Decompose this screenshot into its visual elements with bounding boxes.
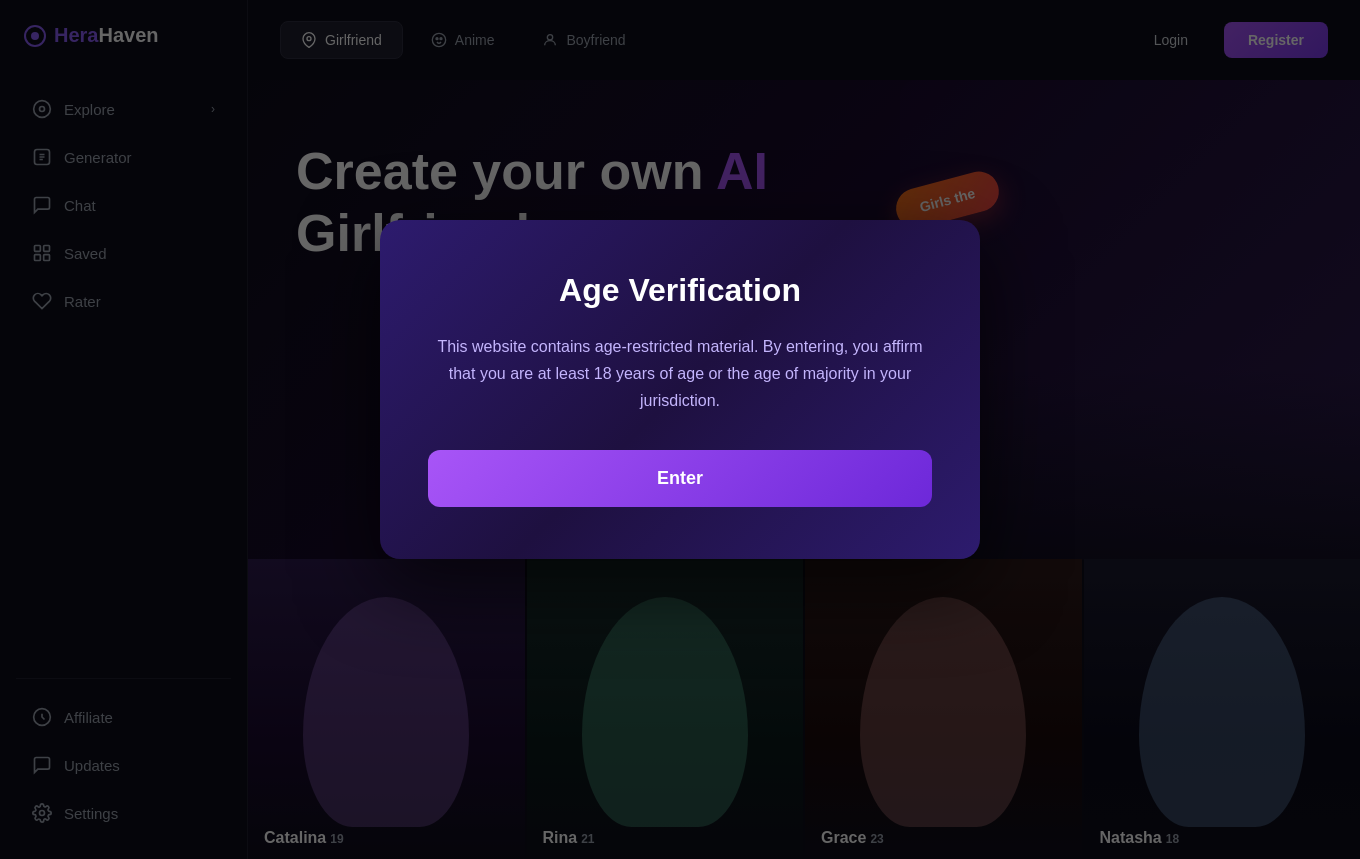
modal-overlay: Age Verification This website contains a…	[0, 0, 1360, 859]
age-verification-modal: Age Verification This website contains a…	[380, 220, 980, 560]
modal-enter-button[interactable]: Enter	[428, 450, 932, 507]
modal-body: This website contains age-restricted mat…	[428, 333, 932, 415]
modal-title: Age Verification	[428, 272, 932, 309]
